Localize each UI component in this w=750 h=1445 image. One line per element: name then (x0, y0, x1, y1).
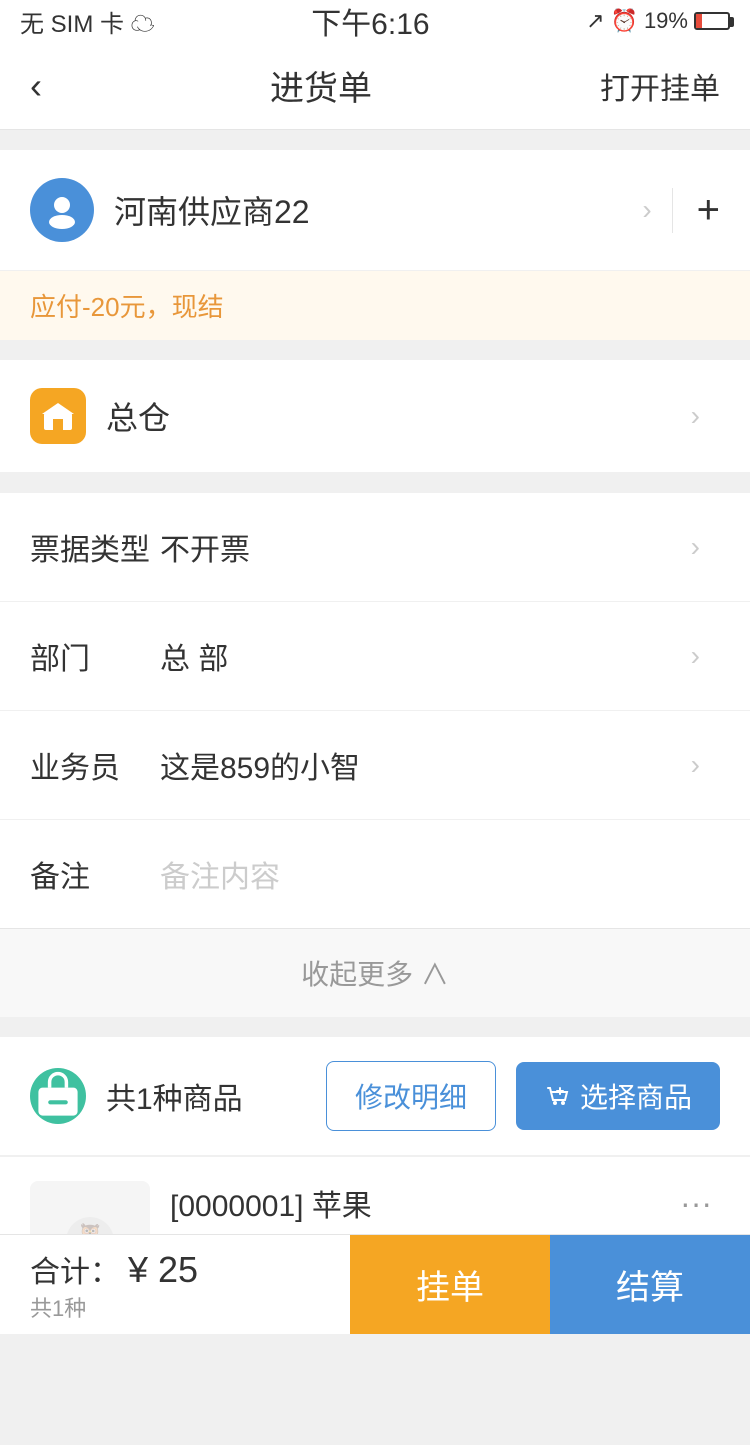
page-title: 进货单 (270, 61, 372, 110)
select-product-label: 选择商品 (580, 1076, 692, 1116)
section-gap-2 (0, 340, 750, 360)
warehouse-row[interactable]: 总仓 › (0, 360, 750, 472)
warehouse-card[interactable]: 总仓 › (0, 360, 750, 472)
supplier-card: 河南供应商22 › + 应付-20元，现结 (0, 150, 750, 340)
chevron-right-icon: › (642, 194, 651, 226)
edit-detail-button[interactable]: 修改明细 (326, 1061, 496, 1131)
supplier-notice: 应付-20元，现结 (0, 271, 750, 340)
product-code: [0000001] (170, 1190, 303, 1223)
bottom-spacer (0, 1325, 750, 1445)
open-hang-button[interactable]: 打开挂单 (600, 64, 720, 108)
products-header: 共1种商品 修改明细 选择商品 (0, 1037, 750, 1155)
product-more-button[interactable]: ··· (672, 1181, 720, 1226)
ticket-type-row[interactable]: 票据类型 不开票 › (0, 492, 750, 601)
total-row: 合计： ¥ 25 (30, 1247, 320, 1291)
department-label: 部门 (30, 634, 160, 678)
remark-input[interactable]: 备注内容 (160, 852, 720, 896)
total-label: 合计： (30, 1247, 120, 1291)
cart-icon (544, 1082, 572, 1110)
form-card: 票据类型 不开票 › 部门 总 部 › 业务员 这是859的小智 › 备注 备注… (0, 492, 750, 928)
status-left: 无 SIM 卡 ☁ (20, 4, 155, 39)
bottom-bar: 合计： ¥ 25 共1种 挂单 结算 (0, 1234, 750, 1334)
supplier-name: 河南供应商22 (114, 187, 642, 233)
battery-icon (694, 12, 730, 30)
chevron-right-icon-5: › (691, 749, 700, 781)
chevron-right-icon-4: › (691, 640, 700, 672)
product-title: 苹果 (312, 1190, 372, 1223)
department-value: 总 部 (160, 634, 691, 678)
supplier-row[interactable]: 河南供应商22 › + (0, 150, 750, 271)
add-supplier-button[interactable]: + (672, 188, 720, 233)
total-amount: ¥ 25 (128, 1249, 198, 1291)
location-icon: ↗ (586, 8, 604, 34)
ticket-type-value: 不开票 (160, 525, 691, 569)
ticket-type-label: 票据类型 (30, 525, 160, 569)
alarm-icon: ⏰ (611, 8, 638, 34)
chevron-right-icon-3: › (691, 531, 700, 563)
warehouse-name: 总仓 (106, 393, 691, 439)
status-right: ↗ ⏰ 19% (586, 8, 730, 34)
battery-text: 19% (644, 8, 688, 34)
nav-bar: ‹ 进货单 打开挂单 (0, 42, 750, 130)
status-bar: 无 SIM 卡 ☁ 下午6:16 ↗ ⏰ 19% (0, 0, 750, 42)
bottom-total: 合计： ¥ 25 共1种 (0, 1235, 350, 1334)
collapse-more-button[interactable]: 收起更多 ∧ (0, 928, 750, 1017)
total-sub: 共1种 (30, 1291, 320, 1323)
back-button[interactable]: ‹ (30, 65, 42, 107)
chevron-right-icon-2: › (691, 400, 700, 432)
product-name: [0000001] 苹果 (170, 1181, 652, 1225)
signal-text: 无 SIM 卡 ☁ (20, 4, 155, 39)
checkout-button[interactable]: 结算 (550, 1235, 750, 1334)
section-gap-1 (0, 130, 750, 150)
salesman-row[interactable]: 业务员 这是859的小智 › (0, 710, 750, 819)
status-time: 下午6:16 (311, 0, 429, 43)
remark-row[interactable]: 备注 备注内容 (0, 819, 750, 928)
hang-order-button[interactable]: 挂单 (350, 1235, 550, 1334)
supplier-avatar (30, 178, 94, 242)
products-count: 共1种商品 (106, 1074, 306, 1118)
section-gap-3 (0, 472, 750, 492)
select-product-button[interactable]: 选择商品 (516, 1062, 720, 1130)
department-row[interactable]: 部门 总 部 › (0, 601, 750, 710)
salesman-label: 业务员 (30, 743, 160, 787)
remark-label: 备注 (30, 852, 160, 896)
salesman-value: 这是859的小智 (160, 743, 691, 787)
warehouse-icon (30, 388, 86, 444)
products-icon (30, 1068, 86, 1124)
